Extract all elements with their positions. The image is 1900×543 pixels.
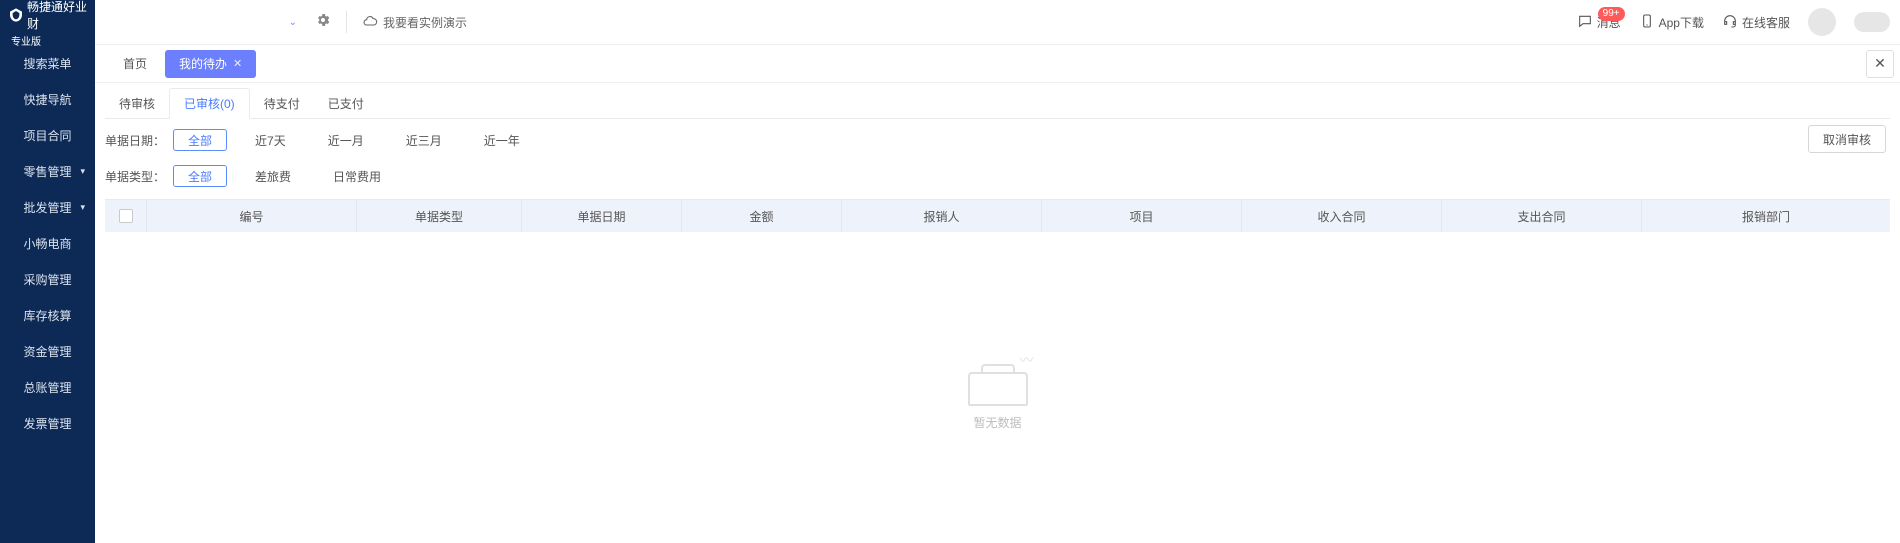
- action-bar: 取消审核: [1808, 125, 1886, 153]
- close-all-tabs-button[interactable]: ✕: [1866, 50, 1894, 78]
- topbar: ⌄ 我要看实例演示 消息 99+ App下载 在线客服: [95, 0, 1900, 45]
- date-filter-all[interactable]: 全部: [173, 129, 227, 151]
- close-icon[interactable]: ✕: [233, 57, 242, 70]
- content: 待审核 已审核(0) 待支付 已支付 单据日期： 全部 近7天 近一月 近三月 …: [95, 83, 1900, 543]
- select-all-checkbox[interactable]: [119, 209, 133, 223]
- tab-my-todo[interactable]: 我的待办 ✕: [165, 50, 256, 78]
- col-expense-contract: 支出合同: [1442, 200, 1642, 232]
- col-number: 编号: [147, 200, 357, 232]
- filter-type-label: 单据类型：: [105, 168, 165, 185]
- sidebar-item-label: 总账管理: [23, 379, 71, 396]
- sidebar-item-label: 搜索菜单: [23, 55, 71, 72]
- date-filter-3m[interactable]: 近三月: [392, 129, 456, 151]
- sidebar-item-wholesale[interactable]: 批发管理 ▾: [0, 189, 95, 225]
- customer-service-label: 在线客服: [1742, 14, 1790, 31]
- tab-label: 我的待办: [179, 55, 227, 72]
- messages-button[interactable]: 消息 99+: [1577, 13, 1621, 32]
- date-filter-1y[interactable]: 近一年: [470, 129, 534, 151]
- col-income-contract: 收入合同: [1242, 200, 1442, 232]
- subtab-paid[interactable]: 已支付: [314, 89, 378, 118]
- col-doctype: 单据类型: [357, 200, 522, 232]
- filter-date-label: 单据日期：: [105, 132, 165, 149]
- message-icon: [1577, 13, 1593, 32]
- sidebar: 畅捷通好业财 专业版 搜索菜单 快捷导航 项目合同 零售管理 ▾ 批发管理 ▾ 小畅…: [0, 0, 95, 543]
- col-dept: 报销部门: [1642, 200, 1890, 232]
- sidebar-item-label: 项目合同: [23, 127, 71, 144]
- sub-tabs: 待审核 已审核(0) 待支付 已支付: [105, 87, 1890, 119]
- vertical-divider: [346, 11, 347, 33]
- sidebar-item-label: 库存核算: [23, 307, 71, 324]
- sidebar-item-label: 零售管理: [23, 163, 71, 180]
- col-project: 项目: [1042, 200, 1242, 232]
- chevron-down-icon: ⌄: [289, 17, 297, 28]
- table-header: 编号 单据类型 单据日期 金额 报销人 项目 收入合同 支出合同 报销部门: [105, 200, 1890, 232]
- subtab-pending[interactable]: 待审核: [105, 89, 169, 118]
- messages-badge: 99+: [1598, 7, 1625, 21]
- sidebar-item-ecommerce[interactable]: 小畅电商: [0, 225, 95, 261]
- brand-name: 畅捷通好业财: [27, 0, 95, 32]
- tab-home[interactable]: 首页: [109, 50, 161, 78]
- topbar-right: 消息 99+ App下载 在线客服: [1577, 8, 1890, 36]
- sidebar-item-invoice[interactable]: 发票管理: [0, 405, 95, 441]
- select-all-cell: [105, 200, 147, 232]
- col-claimer: 报销人: [842, 200, 1042, 232]
- sidebar-item-label: 资金管理: [23, 343, 71, 360]
- caret-down-icon: ▾: [80, 202, 85, 213]
- cloud-icon: [362, 13, 378, 32]
- sidebar-item-quicknav[interactable]: 快捷导航: [0, 81, 95, 117]
- data-table: 编号 单据类型 单据日期 金额 报销人 项目 收入合同 支出合同 报销部门 〰 …: [105, 199, 1890, 431]
- app-download-label: App下载: [1659, 14, 1704, 31]
- date-filter-1m[interactable]: 近一月: [314, 129, 378, 151]
- demo-link[interactable]: 我要看实例演示: [362, 13, 467, 32]
- col-docdate: 单据日期: [522, 200, 682, 232]
- empty-text: 暂无数据: [973, 414, 1021, 431]
- page-tabs: 首页 我的待办 ✕ ✕: [95, 45, 1900, 83]
- brand-block: 畅捷通好业财 专业版: [0, 0, 95, 45]
- sidebar-item-label: 采购管理: [23, 271, 71, 288]
- type-filter-travel[interactable]: 差旅费: [241, 165, 305, 187]
- sidebar-item-project-contract[interactable]: 项目合同: [0, 117, 95, 153]
- avatar[interactable]: [1808, 8, 1836, 36]
- sidebar-item-funds[interactable]: 资金管理: [0, 333, 95, 369]
- filter-date-row: 单据日期： 全部 近7天 近一月 近三月 近一年: [105, 125, 1890, 155]
- empty-state: 〰 暂无数据: [105, 372, 1890, 431]
- type-filter-all[interactable]: 全部: [173, 165, 227, 187]
- headset-icon: [1722, 13, 1738, 32]
- sidebar-item-label: 发票管理: [23, 415, 71, 432]
- sidebar-item-search[interactable]: 搜索菜单: [0, 45, 95, 81]
- phone-icon: [1639, 13, 1655, 32]
- col-amount: 金额: [682, 200, 842, 232]
- demo-label: 我要看实例演示: [383, 14, 467, 31]
- account-pill[interactable]: [1854, 12, 1890, 32]
- sidebar-item-purchase[interactable]: 采购管理: [0, 261, 95, 297]
- sidebar-item-label: 小畅电商: [23, 235, 71, 252]
- customer-service-button[interactable]: 在线客服: [1722, 13, 1790, 32]
- filter-type-row: 单据类型： 全部 差旅费 日常费用: [105, 161, 1890, 191]
- subtab-approved[interactable]: 已审核(0): [169, 88, 250, 119]
- sidebar-item-label: 快捷导航: [23, 91, 71, 108]
- tab-label: 首页: [123, 55, 147, 72]
- org-selector[interactable]: ⌄: [105, 7, 305, 37]
- sidebar-item-inventory[interactable]: 库存核算: [0, 297, 95, 333]
- date-filter-7d[interactable]: 近7天: [241, 129, 300, 151]
- type-filter-daily[interactable]: 日常费用: [319, 165, 395, 187]
- sidebar-item-ledger[interactable]: 总账管理: [0, 369, 95, 405]
- sidebar-item-label: 批发管理: [23, 199, 71, 216]
- subtab-topay[interactable]: 待支付: [250, 89, 314, 118]
- cancel-approve-button[interactable]: 取消审核: [1808, 125, 1886, 153]
- empty-box-icon: 〰: [968, 372, 1028, 406]
- caret-down-icon: ▾: [80, 166, 85, 177]
- brand-logo-icon: [8, 7, 24, 23]
- app-download-button[interactable]: App下载: [1639, 13, 1704, 32]
- gear-icon[interactable]: [315, 12, 331, 33]
- sidebar-item-retail[interactable]: 零售管理 ▾: [0, 153, 95, 189]
